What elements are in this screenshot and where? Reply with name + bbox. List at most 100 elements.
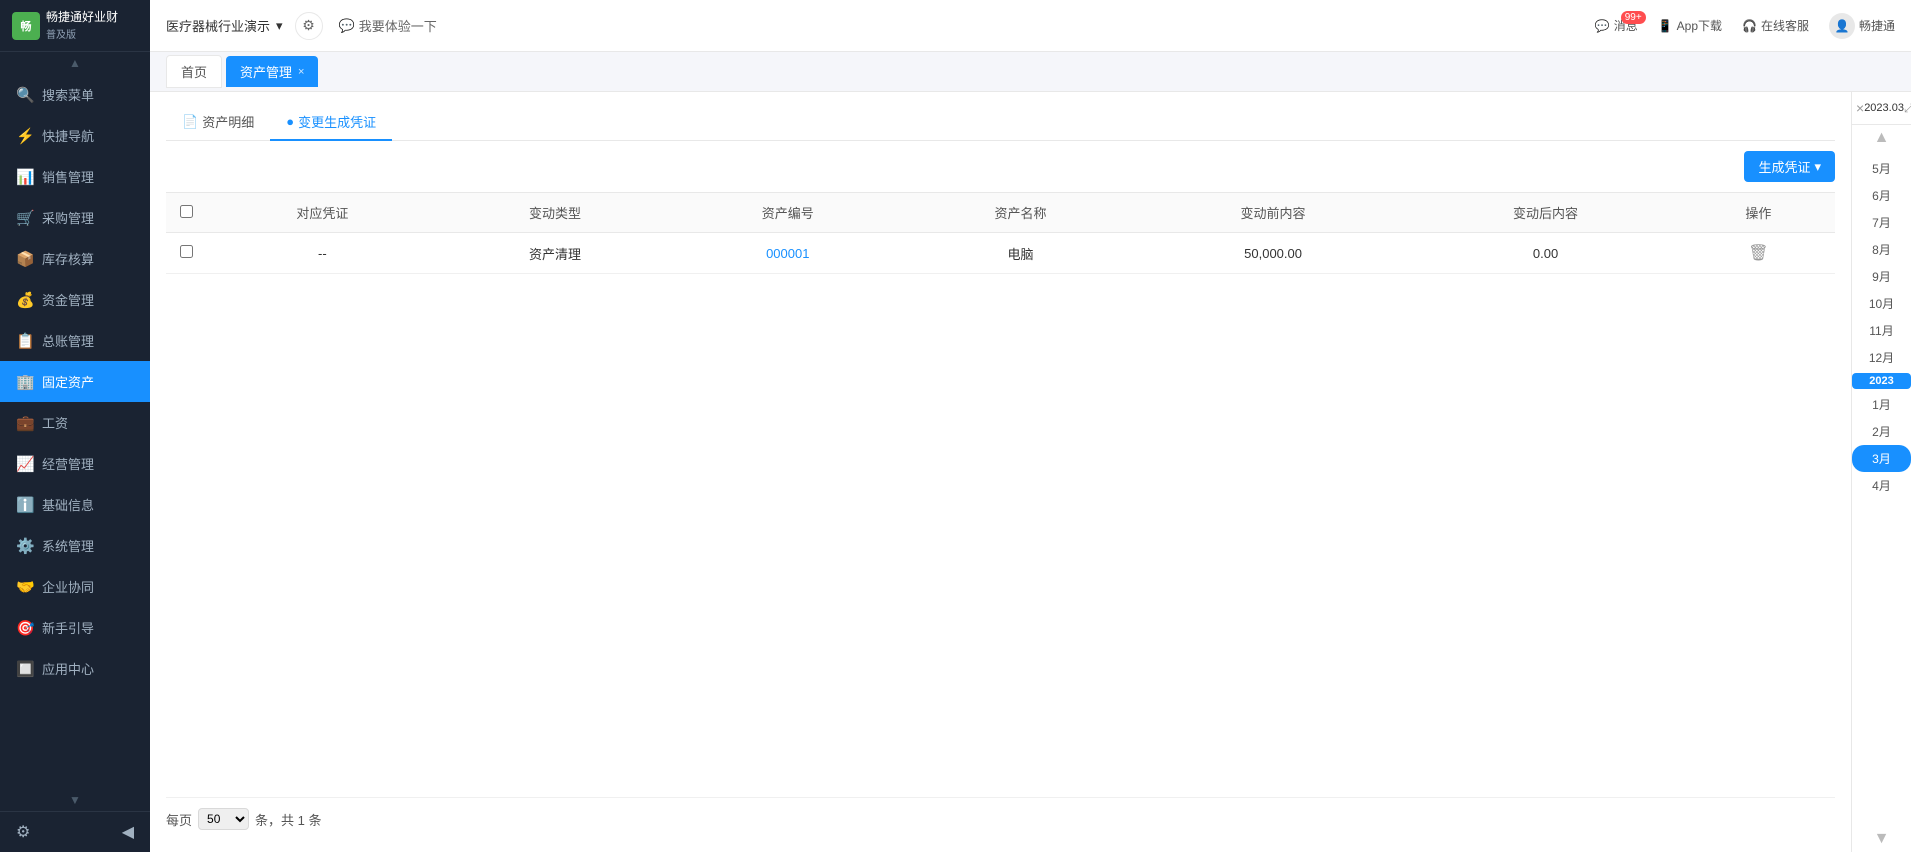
fixed-assets-icon: 🏢 (16, 373, 34, 391)
sidebar-item-label: 固定资产 (42, 372, 94, 391)
row-checkbox[interactable] (180, 245, 193, 258)
company-selector[interactable]: 医疗器械行业演示 ▾ (166, 16, 283, 35)
timeline-panel: × 2023.03 ⤢ ▲ 5月 6月 7月 8月 9月 10月 11月 12月… (1851, 92, 1911, 852)
sidebar-item-system[interactable]: ⚙️ 系统管理 (0, 525, 150, 566)
timeline-month-2[interactable]: 2月 (1852, 418, 1911, 445)
sidebar-item-quick-nav[interactable]: ⚡ 快捷导航 (0, 115, 150, 156)
customer-service-icon: 🎧 (1742, 19, 1757, 33)
timeline-month-8[interactable]: 8月 (1852, 236, 1911, 263)
generate-dropdown-arrow-icon: ▾ (1814, 159, 1821, 175)
company-name: 医疗器械行业演示 (166, 16, 270, 35)
sidebar-item-app-center[interactable]: 🔲 应用中心 (0, 648, 150, 689)
timeline-nav-down[interactable]: ▼ (1870, 826, 1894, 852)
payroll-icon: 💼 (16, 414, 34, 432)
table-toolbar: 生成凭证 ▾ (166, 141, 1835, 192)
asset-list-tab-icon: 📄 (182, 114, 198, 130)
tab-asset-management[interactable]: 资产管理 × (226, 56, 318, 87)
timeline-month-9[interactable]: 9月 (1852, 263, 1911, 290)
timeline-month-5[interactable]: 5月 (1852, 155, 1911, 182)
col-header-change-type: 变动类型 (439, 193, 672, 233)
sidebar-item-ops[interactable]: 📈 经营管理 (0, 443, 150, 484)
col-header-asset-name: 资产名称 (904, 193, 1137, 233)
tab-asset-label: 资产管理 (240, 62, 292, 81)
sub-tab-change-voucher-label: 变更生成凭证 (298, 112, 376, 131)
sidebar-item-label: 资金管理 (42, 290, 94, 309)
header-settings-icon[interactable]: ⚙ (295, 12, 323, 40)
settings-bottom-icon[interactable]: ⚙ (16, 822, 30, 842)
user-name: 畅捷通 (1859, 17, 1895, 34)
sidebar-item-search[interactable]: 🔍 搜索菜单 (0, 74, 150, 115)
collapse-sidebar-icon[interactable]: ◀ (122, 822, 134, 842)
sub-tab-change-voucher[interactable]: ● 变更生成凭证 (270, 104, 392, 141)
quick-nav-icon: ⚡ (16, 127, 34, 145)
sidebar-item-sales[interactable]: 📊 销售管理 (0, 156, 150, 197)
content-area: 📄 资产明细 ● 变更生成凭证 生成凭证 ▾ (150, 92, 1911, 852)
customer-service-button[interactable]: 🎧 在线客服 (1742, 17, 1809, 34)
user-profile-button[interactable]: 👤 畅捷通 (1829, 13, 1895, 39)
row-action-cell: 🗑 (1682, 233, 1835, 274)
top-header: 医疗器械行业演示 ▾ ⚙ 💬 我要体验一下 💬 消息 99+ 📱 App下载 🎧… (150, 0, 1911, 52)
sidebar-item-label: 总账管理 (42, 331, 94, 350)
row-after-content: 0.00 (1409, 233, 1682, 274)
row-change-type: 资产清理 (439, 233, 672, 274)
timeline-nav-up[interactable]: ▲ (1870, 125, 1894, 151)
per-page-select[interactable]: 50 10 20 100 (198, 808, 249, 830)
sub-tab-asset-list-label: 资产明细 (202, 112, 254, 131)
experience-button[interactable]: 💬 我要体验一下 (339, 16, 437, 35)
sidebar-item-label: 采购管理 (42, 208, 94, 227)
app-download-label: App下载 (1677, 17, 1722, 34)
per-page-label: 每页 (166, 810, 192, 829)
table-row: -- 资产清理 000001 电脑 50,000.00 0.00 🗑 (166, 233, 1835, 274)
timeline-month-11[interactable]: 11月 (1852, 317, 1911, 344)
sidebar-item-label: 应用中心 (42, 659, 94, 678)
timeline-month-10[interactable]: 10月 (1852, 290, 1911, 317)
sidebar-item-base-info[interactable]: ℹ️ 基础信息 (0, 484, 150, 525)
timeline-month-12[interactable]: 12月 (1852, 344, 1911, 371)
sidebar-item-purchase[interactable]: 🛒 采购管理 (0, 197, 150, 238)
timeline-month-7[interactable]: 7月 (1852, 209, 1911, 236)
sidebar-scroll-down[interactable]: ▼ (69, 793, 81, 807)
tab-close-icon[interactable]: × (298, 66, 304, 78)
select-all-checkbox[interactable] (180, 205, 193, 218)
logo-text: 畅捷通好业财 (46, 10, 118, 26)
experience-text: 我要体验一下 (359, 16, 437, 35)
tab-home[interactable]: 首页 (166, 55, 222, 88)
sidebar-menu: 🔍 搜索菜单 ⚡ 快捷导航 📊 销售管理 🛒 采购管理 📦 库存核算 💰 资金管… (0, 74, 150, 789)
app-download-button[interactable]: 📱 App下载 (1658, 17, 1722, 34)
tab-home-label: 首页 (181, 62, 207, 81)
table-header-row: 对应凭证 变动类型 资产编号 资产名称 变动前内容 变动后内容 操作 (166, 193, 1835, 233)
main-panel: 📄 资产明细 ● 变更生成凭证 生成凭证 ▾ (150, 92, 1851, 852)
timeline-month-3[interactable]: 3月 (1852, 445, 1911, 472)
sidebar-item-inventory[interactable]: 📦 库存核算 (0, 238, 150, 279)
guide-icon: 🎯 (16, 619, 34, 637)
delete-row-icon[interactable]: 🗑 (1748, 245, 1768, 262)
messages-button[interactable]: 💬 消息 99+ (1595, 17, 1638, 34)
sidebar-item-label: 新手引导 (42, 618, 94, 637)
sidebar-item-label: 销售管理 (42, 167, 94, 186)
sidebar-item-fixed-assets[interactable]: 🏢 固定资产 (0, 361, 150, 402)
row-before-content: 50,000.00 (1137, 233, 1410, 274)
sidebar-item-enterprise[interactable]: 🤝 企业协同 (0, 566, 150, 607)
sidebar-item-guide[interactable]: 🎯 新手引导 (0, 607, 150, 648)
sidebar-item-ledger[interactable]: 📋 总账管理 (0, 320, 150, 361)
timeline-close-icon[interactable]: × (1856, 100, 1864, 116)
timeline-month-4[interactable]: 4月 (1852, 472, 1911, 499)
sidebar-item-label: 工资 (42, 413, 68, 432)
row-voucher: -- (206, 233, 439, 274)
row-asset-name: 电脑 (904, 233, 1137, 274)
sub-tab-asset-list[interactable]: 📄 资产明细 (166, 104, 270, 141)
app-center-icon: 🔲 (16, 660, 34, 678)
sidebar-scroll-up[interactable]: ▲ (69, 56, 81, 70)
sidebar-item-payroll[interactable]: 💼 工资 (0, 402, 150, 443)
timeline-month-1[interactable]: 1月 (1852, 391, 1911, 418)
timeline-scroll: 5月 6月 7月 8月 9月 10月 11月 12月 2023 1月 2月 3月… (1852, 151, 1911, 826)
data-table: 对应凭证 变动类型 资产编号 资产名称 变动前内容 变动后内容 操作 (166, 192, 1835, 274)
total-text: 条，共 1 条 (255, 810, 321, 829)
sidebar-item-funds[interactable]: 💰 资金管理 (0, 279, 150, 320)
generate-voucher-button[interactable]: 生成凭证 ▾ (1744, 151, 1835, 182)
logo-icon: 畅 (12, 12, 40, 40)
messages-icon: 💬 (1595, 19, 1610, 33)
sub-tabs: 📄 资产明细 ● 变更生成凭证 (166, 104, 1835, 141)
timeline-expand-icon[interactable]: ⤢ (1904, 101, 1911, 116)
timeline-month-6[interactable]: 6月 (1852, 182, 1911, 209)
